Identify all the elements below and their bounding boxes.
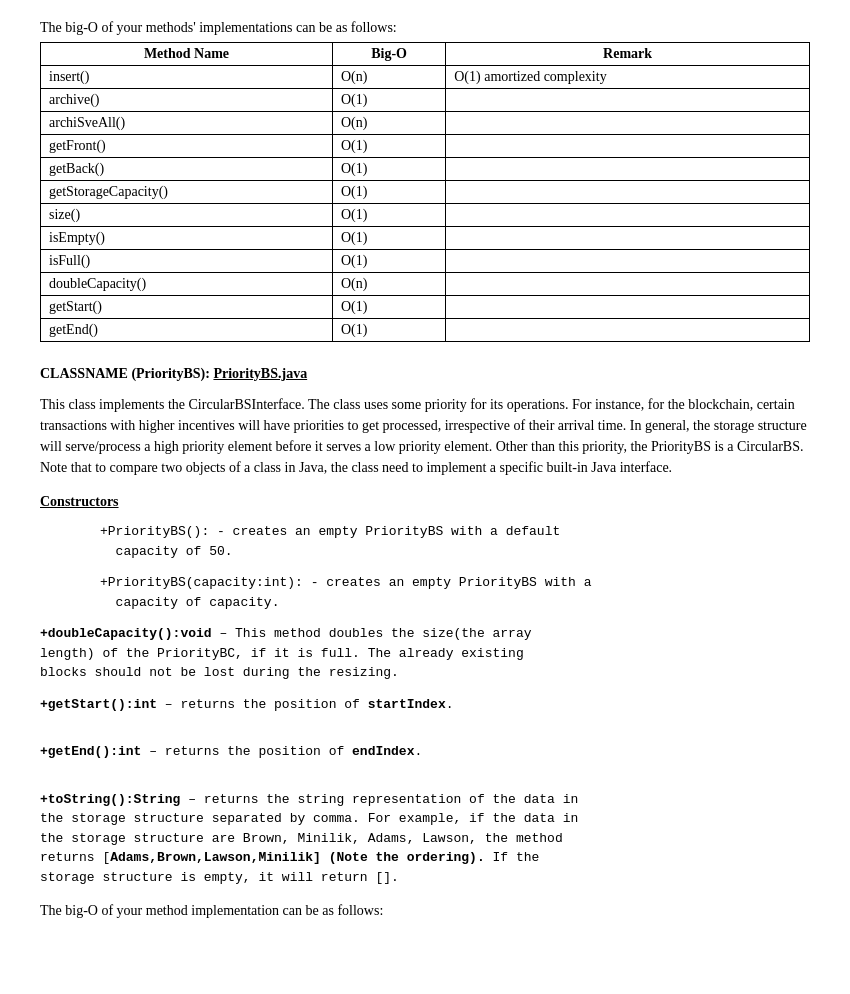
to-string-returns-post: If the bbox=[485, 850, 540, 865]
get-start-block: +getStart():int – returns the position o… bbox=[40, 695, 810, 715]
get-end-block: +getEnd():int – returns the position of … bbox=[40, 742, 810, 762]
big-o-cell: O(1) bbox=[332, 135, 445, 158]
table-row: getEnd()O(1) bbox=[41, 319, 810, 342]
get-start-signature: +getStart():int bbox=[40, 697, 157, 712]
method-name-cell: insert() bbox=[41, 66, 333, 89]
to-string-text1: – returns the string representation of t… bbox=[180, 792, 578, 807]
double-capacity-signature: +doubleCapacity():void bbox=[40, 626, 212, 641]
col-method-name: Method Name bbox=[41, 43, 333, 66]
get-start-bold: startIndex bbox=[368, 697, 446, 712]
big-o-cell: O(1) bbox=[332, 181, 445, 204]
to-string-returns-pre: returns [ bbox=[40, 850, 110, 865]
constructor1-block: +PriorityBS(): - creates an empty Priori… bbox=[100, 522, 810, 561]
table-row: isFull()O(1) bbox=[41, 250, 810, 273]
col-remark: Remark bbox=[446, 43, 810, 66]
to-string-returns-mid bbox=[321, 850, 329, 865]
method-name-cell: size() bbox=[41, 204, 333, 227]
constructor1-signature: +PriorityBS(): bbox=[100, 524, 209, 539]
table-row: getFront()O(1) bbox=[41, 135, 810, 158]
double-capacity-block: +doubleCapacity():void – This method dou… bbox=[40, 624, 810, 683]
method-name-cell: doubleCapacity() bbox=[41, 273, 333, 296]
method-name-cell: isEmpty() bbox=[41, 227, 333, 250]
get-end-text: – returns the position of bbox=[141, 744, 352, 759]
table-row: getStart()O(1) bbox=[41, 296, 810, 319]
remark-cell bbox=[446, 296, 810, 319]
complexity-table: Method Name Big-O Remark insert()O(n)O(1… bbox=[40, 42, 810, 342]
big-o-cell: O(1) bbox=[332, 296, 445, 319]
remark-cell bbox=[446, 112, 810, 135]
table-row: isEmpty()O(1) bbox=[41, 227, 810, 250]
to-string-text3: the storage structure are Brown, Minilik… bbox=[40, 831, 563, 846]
remark-cell bbox=[446, 319, 810, 342]
bottom-text: The big-O of your method implementation … bbox=[40, 903, 810, 919]
remark-cell bbox=[446, 227, 810, 250]
big-o-cell: O(1) bbox=[332, 158, 445, 181]
table-row: size()O(1) bbox=[41, 204, 810, 227]
method-name-cell: getStart() bbox=[41, 296, 333, 319]
big-o-cell: O(1) bbox=[332, 89, 445, 112]
to-string-signature: +toString():String bbox=[40, 792, 180, 807]
get-end-end: . bbox=[414, 744, 422, 759]
to-string-text2: the storage structure separated by comma… bbox=[40, 811, 578, 826]
classname-filename: PriorityBS.java bbox=[213, 366, 307, 381]
method-name-cell: getBack() bbox=[41, 158, 333, 181]
method-name-cell: archive() bbox=[41, 89, 333, 112]
intro-text: The big-O of your methods' implementatio… bbox=[40, 20, 810, 36]
big-o-cell: O(1) bbox=[332, 204, 445, 227]
remark-cell bbox=[446, 158, 810, 181]
get-end-bold: endIndex bbox=[352, 744, 414, 759]
remark-cell: O(1) amortized complexity bbox=[446, 66, 810, 89]
remark-cell bbox=[446, 273, 810, 296]
constructors-heading: Constructors bbox=[40, 494, 810, 510]
method-name-cell: getEnd() bbox=[41, 319, 333, 342]
big-o-cell: O(n) bbox=[332, 273, 445, 296]
big-o-cell: O(1) bbox=[332, 250, 445, 273]
constructor2-block: +PriorityBS(capacity:int): - creates an … bbox=[100, 573, 810, 612]
table-row: archive()O(1) bbox=[41, 89, 810, 112]
big-o-cell: O(n) bbox=[332, 112, 445, 135]
classname-label: CLASSNAME (PriorityBS): bbox=[40, 366, 210, 381]
to-string-returns-bold2: (Note the ordering). bbox=[329, 850, 485, 865]
get-end-signature: +getEnd():int bbox=[40, 744, 141, 759]
constructor2-signature: +PriorityBS(capacity:int): bbox=[100, 575, 303, 590]
method-name-cell: archiSveAll() bbox=[41, 112, 333, 135]
col-big-o: Big-O bbox=[332, 43, 445, 66]
big-o-cell: O(1) bbox=[332, 227, 445, 250]
table-row: archiSveAll()O(n) bbox=[41, 112, 810, 135]
remark-cell bbox=[446, 250, 810, 273]
method-name-cell: getFront() bbox=[41, 135, 333, 158]
get-start-end: . bbox=[446, 697, 454, 712]
table-row: getBack()O(1) bbox=[41, 158, 810, 181]
remark-cell bbox=[446, 204, 810, 227]
method-name-cell: isFull() bbox=[41, 250, 333, 273]
to-string-returns-bold1: Adams,Brown,Lawson,Minilik] bbox=[110, 850, 321, 865]
remark-cell bbox=[446, 135, 810, 158]
big-o-cell: O(n) bbox=[332, 66, 445, 89]
to-string-block: +toString():String – returns the string … bbox=[40, 790, 810, 888]
table-row: insert()O(n)O(1) amortized complexity bbox=[41, 66, 810, 89]
remark-cell bbox=[446, 181, 810, 204]
to-string-text5: storage structure is empty, it will retu… bbox=[40, 870, 399, 885]
classname-heading: CLASSNAME (PriorityBS): PriorityBS.java bbox=[40, 366, 810, 382]
table-row: getStorageCapacity()O(1) bbox=[41, 181, 810, 204]
remark-cell bbox=[446, 89, 810, 112]
get-start-text: – returns the position of bbox=[157, 697, 368, 712]
big-o-cell: O(1) bbox=[332, 319, 445, 342]
class-description: This class implements the CircularBSInte… bbox=[40, 394, 810, 478]
table-row: doubleCapacity()O(n) bbox=[41, 273, 810, 296]
method-name-cell: getStorageCapacity() bbox=[41, 181, 333, 204]
